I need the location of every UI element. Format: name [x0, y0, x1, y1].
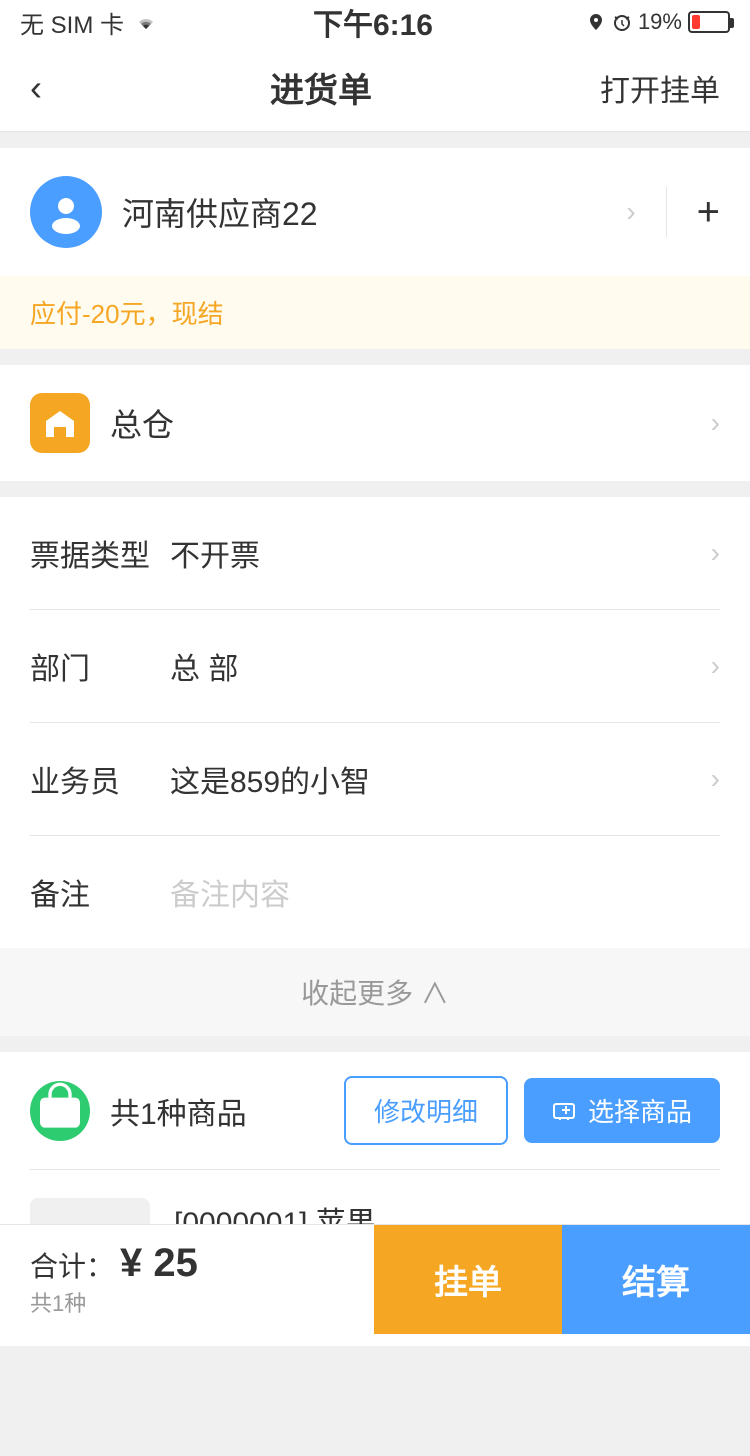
warehouse-icon — [42, 405, 78, 441]
battery-icon — [688, 11, 730, 33]
department-chevron-icon: › — [711, 650, 720, 682]
salesperson-row[interactable]: 业务员 这是859的小智 › — [0, 723, 750, 835]
department-label: 部门 — [30, 644, 170, 688]
warehouse-row[interactable]: 总仓 › — [0, 365, 750, 481]
back-button[interactable]: ‹ — [30, 67, 42, 109]
warehouse-icon-bg — [30, 393, 90, 453]
supplier-name: 河南供应商22 — [122, 189, 626, 235]
select-product-button[interactable]: 选择商品 — [524, 1078, 720, 1143]
total-text: 合计： — [30, 1245, 114, 1285]
supplier-row[interactable]: 河南供应商22 › + — [0, 148, 750, 276]
ticket-type-row[interactable]: 票据类型 不开票 › — [0, 497, 750, 609]
cart-icon — [552, 1100, 580, 1122]
location-icon — [586, 12, 606, 32]
bottom-bar: 合计： ¥ 25 共1种 挂单 结算 — [0, 1224, 750, 1334]
status-carrier: 无 SIM 卡 — [20, 5, 160, 40]
avatar-icon — [44, 190, 88, 234]
salesperson-chevron-icon: › — [711, 763, 720, 795]
ticket-type-label: 票据类型 — [30, 531, 170, 575]
salesperson-label: 业务员 — [30, 757, 170, 801]
supplier-avatar — [30, 176, 102, 248]
select-product-label: 选择商品 — [588, 1092, 692, 1129]
salesperson-value: 这是859的小智 — [170, 757, 711, 801]
department-row[interactable]: 部门 总 部 › — [0, 610, 750, 722]
ticket-type-value: 不开票 — [170, 531, 711, 575]
warehouse-chevron-icon: › — [711, 407, 720, 439]
remark-label: 备注 — [30, 870, 170, 914]
nav-bar: ‹ 进货单 打开挂单 — [0, 44, 750, 132]
remark-row[interactable]: 备注 备注内容 — [0, 836, 750, 948]
separator-2 — [0, 349, 750, 365]
status-time: 下午6:16 — [313, 0, 433, 44]
carrier-text: 无 SIM 卡 — [20, 5, 124, 40]
status-bar: 无 SIM 卡 下午6:16 19% — [0, 0, 750, 44]
warehouse-label: 总仓 — [110, 400, 711, 446]
total-label: 合计： ¥ 25 — [30, 1241, 344, 1286]
edit-detail-button[interactable]: 修改明细 — [344, 1076, 508, 1145]
products-count: 共1种商品 — [110, 1089, 344, 1133]
separator-1 — [0, 132, 750, 148]
alarm-icon — [612, 12, 632, 32]
page-title: 进货单 — [270, 63, 372, 112]
products-icon-bg — [30, 1081, 90, 1141]
products-header: 共1种商品 修改明细 选择商品 — [0, 1052, 750, 1169]
settle-button[interactable]: 结算 — [562, 1225, 750, 1334]
vertical-divider — [666, 187, 667, 237]
products-icon — [30, 1081, 90, 1141]
warehouse-section: 总仓 › — [0, 365, 750, 481]
wifi-icon — [132, 11, 160, 33]
total-sub: 共1种 — [30, 1286, 344, 1318]
separator-3 — [0, 481, 750, 497]
collapse-row[interactable]: 收起更多 ∧ — [0, 948, 750, 1036]
open-pending-button[interactable]: 打开挂单 — [600, 66, 720, 110]
status-right: 19% — [586, 9, 730, 35]
ticket-type-chevron-icon: › — [711, 537, 720, 569]
form-section: 票据类型 不开票 › 部门 总 部 › 业务员 这是859的小智 › 备注 备注… — [0, 497, 750, 948]
supplier-section: 河南供应商22 › + 应付-20元，现结 — [0, 148, 750, 349]
total-section: 合计： ¥ 25 共1种 — [0, 1225, 374, 1334]
payment-notice: 应付-20元，现结 — [0, 276, 750, 349]
department-value: 总 部 — [170, 644, 711, 688]
total-amount: ¥ 25 — [120, 1241, 198, 1286]
supplier-chevron-icon: › — [626, 196, 635, 228]
separator-4 — [0, 1036, 750, 1052]
remark-placeholder: 备注内容 — [170, 870, 720, 914]
add-supplier-button[interactable]: + — [697, 190, 720, 235]
battery-percent: 19% — [638, 9, 682, 35]
pending-button[interactable]: 挂单 — [374, 1225, 562, 1334]
